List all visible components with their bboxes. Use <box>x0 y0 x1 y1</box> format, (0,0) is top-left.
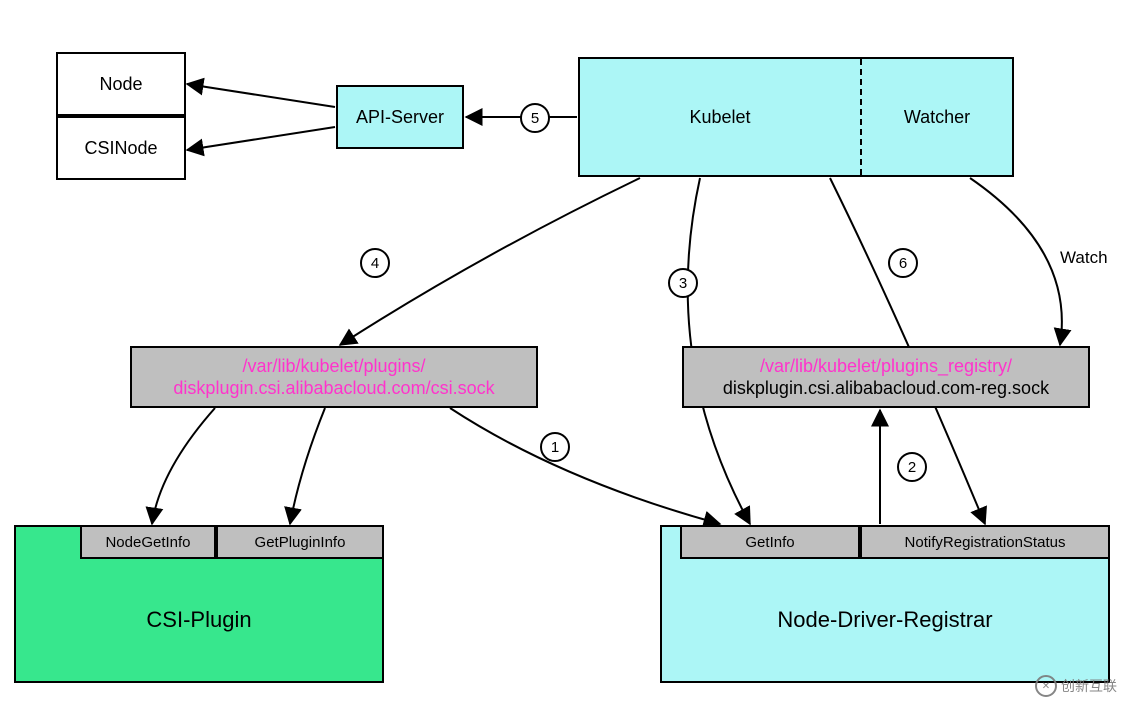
watermark-icon: ✕ <box>1035 675 1057 697</box>
watcher-label: Watcher <box>904 107 970 128</box>
api-server-box: API-Server <box>336 85 464 149</box>
step-5: 5 <box>520 103 550 133</box>
nodegetinfo-box: NodeGetInfo <box>80 525 216 559</box>
step-4: 4 <box>360 248 390 278</box>
csinode-box: CSINode <box>56 116 186 180</box>
ndr-title: Node-Driver-Registrar <box>777 607 992 633</box>
plugin-sock-line1: /var/lib/kubelet/plugins/ <box>242 355 425 378</box>
step-1: 1 <box>540 432 570 462</box>
nodegetinfo-label: NodeGetInfo <box>105 534 190 551</box>
notifyregstatus-box: NotifyRegistrationStatus <box>860 525 1110 559</box>
watermark-text: 创新互联 <box>1061 676 1117 696</box>
plugin-sock-box: /var/lib/kubelet/plugins/ diskplugin.csi… <box>130 346 538 408</box>
step-2: 2 <box>897 452 927 482</box>
plugin-sock-line2: diskplugin.csi.alibabacloud.com/csi.sock <box>173 377 494 400</box>
csi-plugin-title: CSI-Plugin <box>146 607 251 633</box>
kubelet-label: Kubelet <box>689 107 750 128</box>
step-6: 6 <box>888 248 918 278</box>
notifyregstatus-label: NotifyRegistrationStatus <box>905 534 1066 551</box>
node-label: Node <box>99 74 142 95</box>
csinode-label: CSINode <box>84 138 157 159</box>
step-3: 3 <box>668 268 698 298</box>
getplugininfo-label: GetPluginInfo <box>255 534 346 551</box>
node-box: Node <box>56 52 186 116</box>
api-server-label: API-Server <box>356 107 444 128</box>
getinfo-label: GetInfo <box>745 534 794 551</box>
registry-sock-line1: /var/lib/kubelet/plugins_registry/ <box>760 355 1012 378</box>
registry-sock-box: /var/lib/kubelet/plugins_registry/ diskp… <box>682 346 1090 408</box>
getinfo-box: GetInfo <box>680 525 860 559</box>
registry-sock-line2: diskplugin.csi.alibabacloud.com-reg.sock <box>723 377 1049 400</box>
watch-label: Watch <box>1060 248 1108 268</box>
kubelet-box: Kubelet Watcher <box>578 57 1014 177</box>
getplugininfo-box: GetPluginInfo <box>216 525 384 559</box>
watermark: ✕ 创新互联 <box>1035 675 1117 697</box>
